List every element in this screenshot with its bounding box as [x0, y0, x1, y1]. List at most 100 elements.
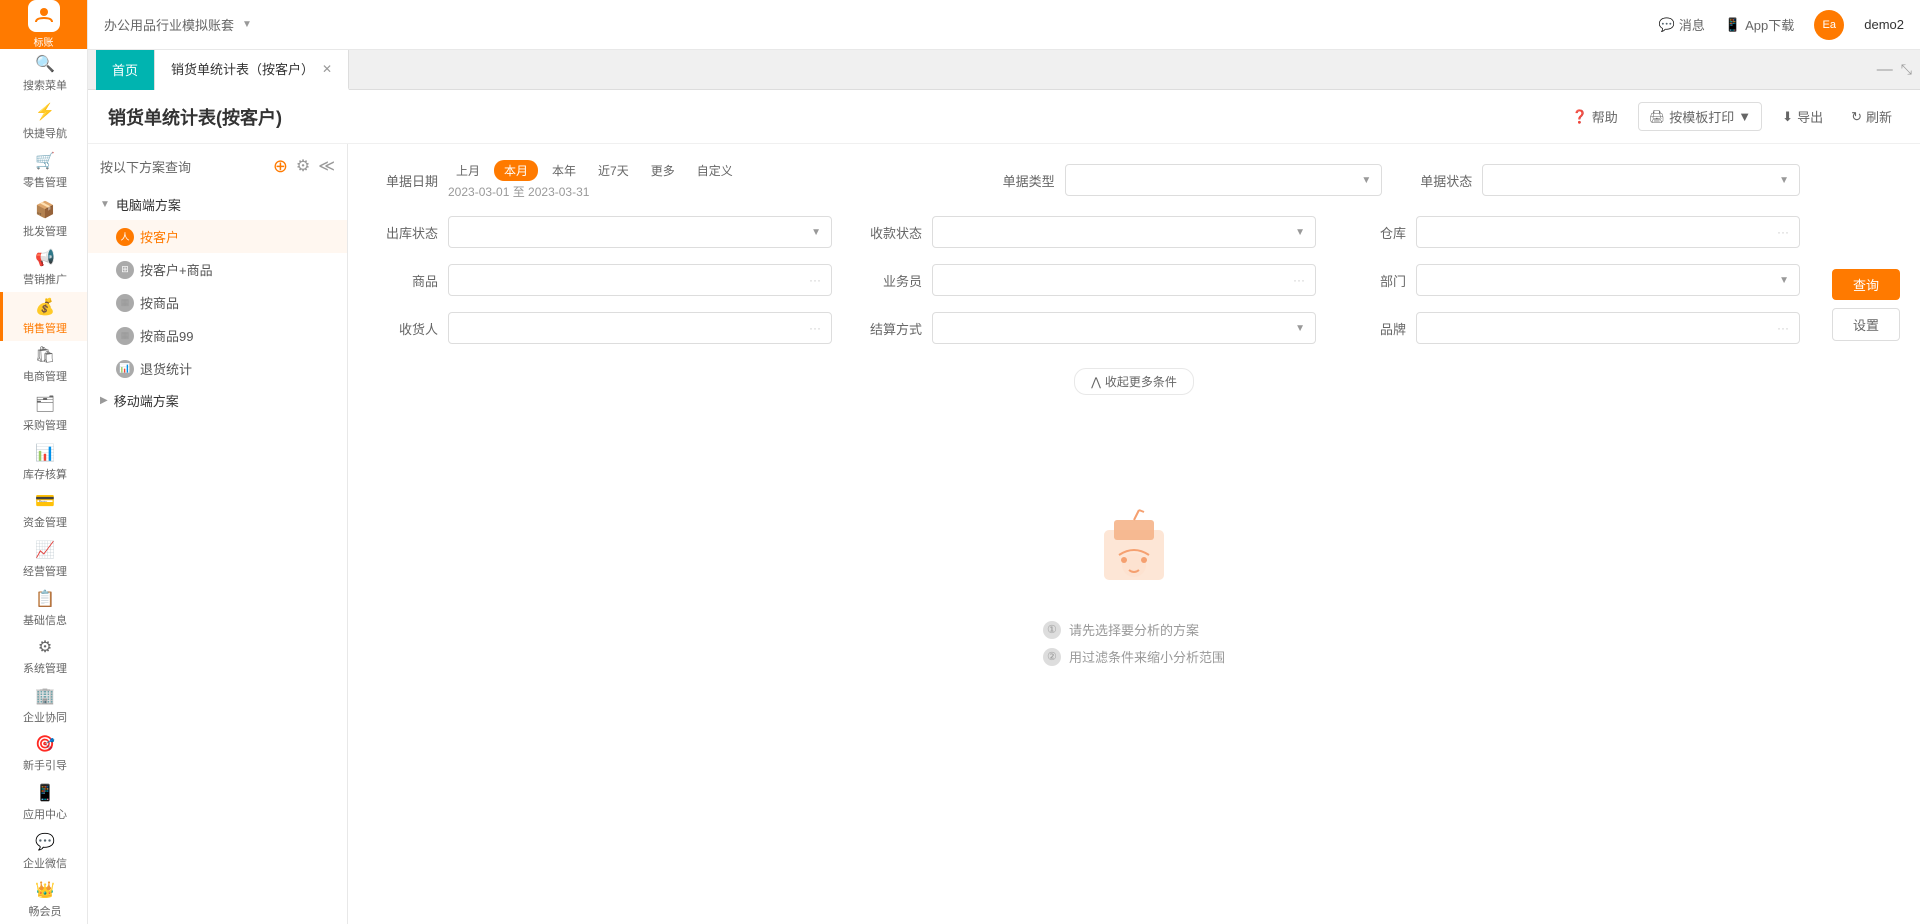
sidebar-item-marketing[interactable]: 📢 营销推广	[0, 243, 87, 292]
sidebar-item-label: 企业微信	[23, 855, 67, 871]
filter-receiver: 收货人 ···	[368, 312, 832, 344]
date-preset-more[interactable]: 更多	[643, 160, 683, 181]
download-icon: 📱	[1725, 17, 1741, 33]
collapse-button[interactable]: ⋀ 收起更多条件	[1074, 368, 1194, 395]
date-preset-custom[interactable]: 自定义	[689, 160, 741, 181]
sidebar-item-label: 新手引导	[23, 757, 67, 773]
sidebar-item-member[interactable]: 👑 畅会员	[0, 875, 87, 924]
department-arrow-icon: ▼	[1779, 275, 1789, 286]
warehouse-more-icon: ···	[1777, 225, 1789, 239]
product-more-icon: ···	[809, 273, 821, 287]
receiver-input[interactable]: ···	[448, 312, 832, 344]
doc-type-input[interactable]: ▼	[1065, 164, 1383, 196]
warehouse-input[interactable]: ···	[1416, 216, 1800, 248]
tree-group-pc: ▼ 电脑端方案 人 按客户 ⊞ 按客户+商品 ▦	[88, 189, 347, 385]
tree-item-by-customer[interactable]: 人 按客户	[88, 220, 347, 253]
sidebar-item-operations[interactable]: 📈 经营管理	[0, 535, 87, 584]
doc-status-input[interactable]: ▼	[1482, 164, 1800, 196]
mobile-group-arrow: ▶	[100, 395, 108, 406]
refresh-icon: ↻	[1851, 109, 1862, 125]
sidebar-item-label: 资金管理	[23, 514, 67, 530]
payment-label: 结算方式	[852, 319, 932, 338]
print-button[interactable]: 🖨 按模板打印 ▼	[1638, 102, 1762, 131]
tree-item-return-stats[interactable]: 📊 退货统计	[88, 352, 347, 385]
scheme-header: 按以下方案查询 ⊕ ⚙ ≪	[88, 144, 347, 185]
header-product: 办公用品行业模拟账套 ▼	[104, 15, 252, 34]
scheme-add-button[interactable]: ⊕	[273, 156, 288, 177]
payment-input[interactable]: ▼	[932, 312, 1316, 344]
brand-label: 品牌	[1336, 319, 1416, 338]
sidebar-item-wechat[interactable]: 💬 企业微信	[0, 827, 87, 876]
scheme-collapse-button[interactable]: ≪	[318, 156, 335, 177]
filter-warehouse: 仓库 ···	[1336, 216, 1800, 248]
staff-input[interactable]: ···	[932, 264, 1316, 296]
system-icon: ⚙	[38, 637, 52, 657]
sidebar-item-app-center[interactable]: 📱 应用中心	[0, 778, 87, 827]
tab-maximize-icon[interactable]: ⤡	[1901, 61, 1912, 78]
sidebar-item-newbie[interactable]: 🎯 新手引导	[0, 730, 87, 779]
sales-icon: 💰	[35, 297, 55, 317]
tree-item-label: 按客户	[140, 227, 179, 246]
sidebar-item-system[interactable]: ⚙ 系统管理	[0, 632, 87, 681]
sidebar-item-retail[interactable]: 🛒 零售管理	[0, 146, 87, 195]
tree-item-label: 按商品	[140, 293, 179, 312]
tab-home[interactable]: 首页	[96, 50, 155, 90]
tree-item-by-customer-product[interactable]: ⊞ 按客户+商品	[88, 253, 347, 286]
date-preset-this-month[interactable]: 本月	[494, 160, 538, 181]
filter-brand: 品牌 ···	[1336, 312, 1800, 344]
brand-input[interactable]: ···	[1416, 312, 1800, 344]
main-content: 办公用品行业模拟账套 ▼ 💬 消息 📱 App下载 Ea demo2 首页 销货…	[88, 0, 1920, 924]
out-status-input[interactable]: ▼	[448, 216, 832, 248]
tab-minimize-icon[interactable]: —	[1877, 61, 1893, 79]
warehouse-label: 仓库	[1336, 223, 1416, 242]
settings-button[interactable]: 设置	[1832, 308, 1900, 341]
date-preset-last-7[interactable]: 近7天	[590, 160, 637, 181]
sidebar-item-sales[interactable]: 💰 销售管理	[0, 292, 87, 341]
sidebar-item-enterprise[interactable]: 🏢 企业协同	[0, 681, 87, 730]
pc-group-arrow: ▼	[100, 199, 110, 210]
refresh-button[interactable]: ↻ 刷新	[1843, 103, 1900, 130]
department-input[interactable]: ▼	[1416, 264, 1800, 296]
tab-close-icon[interactable]: ✕	[322, 62, 332, 76]
tree-item-label: 按客户+商品	[140, 260, 213, 279]
tree-group-pc-header[interactable]: ▼ 电脑端方案	[88, 189, 347, 220]
product99-icon: ▦	[116, 327, 134, 345]
user-avatar[interactable]: Ea	[1814, 10, 1844, 40]
export-button[interactable]: ⬇ 导出	[1774, 103, 1831, 130]
title-actions: ❓ 帮助 🖨 按模板打印 ▼ ⬇ 导出 ↻ 刷新	[1564, 102, 1900, 131]
tree-group-mobile: ▶ 移动端方案	[88, 385, 347, 416]
scheme-settings-button[interactable]: ⚙	[296, 156, 310, 177]
sidebar-item-search[interactable]: 🔍 搜索菜单	[0, 49, 87, 98]
tree-item-by-product-99[interactable]: ▦ 按商品99	[88, 319, 347, 352]
tree-item-by-product[interactable]: ▦ 按商品	[88, 286, 347, 319]
sidebar-item-basic[interactable]: 📋 基础信息	[0, 584, 87, 633]
message-button[interactable]: 💬 消息	[1659, 15, 1705, 34]
staff-more-icon: ···	[1293, 273, 1305, 287]
date-preset-this-year[interactable]: 本年	[544, 160, 584, 181]
product-dropdown-icon[interactable]: ▼	[242, 19, 252, 30]
logo-text: 标账	[34, 34, 54, 49]
query-button[interactable]: 查询	[1832, 269, 1900, 300]
product-name: 办公用品行业模拟账套	[104, 15, 234, 34]
tab-sales-stats[interactable]: 销货单统计表（按客户） ✕	[155, 50, 349, 90]
tip-num-2: ②	[1043, 648, 1061, 666]
user-name: demo2	[1864, 17, 1904, 32]
app-download-button[interactable]: 📱 App下载	[1725, 15, 1794, 34]
empty-illustration	[1084, 500, 1184, 600]
tree-group-mobile-header[interactable]: ▶ 移动端方案	[88, 385, 347, 416]
sidebar-item-label: 系统管理	[23, 660, 67, 676]
mobile-group-label: 移动端方案	[114, 391, 179, 410]
receipt-status-input[interactable]: ▼	[932, 216, 1316, 248]
export-icon: ⬇	[1782, 109, 1793, 125]
sidebar-item-wholesale[interactable]: 📦 批发管理	[0, 195, 87, 244]
help-button[interactable]: ❓ 帮助	[1564, 103, 1626, 130]
sidebar-item-inventory[interactable]: 📊 库存核算	[0, 438, 87, 487]
sidebar-item-label: 企业协同	[23, 709, 67, 725]
sidebar-item-quick-nav[interactable]: ⚡ 快捷导航	[0, 98, 87, 147]
product-input[interactable]: ···	[448, 264, 832, 296]
sidebar-item-ecommerce[interactable]: 🛍 电商管理	[0, 341, 87, 390]
sidebar-item-finance[interactable]: 💳 资金管理	[0, 486, 87, 535]
date-preset-last-month[interactable]: 上月	[448, 160, 488, 181]
empty-tip-2: ② 用过滤条件来缩小分析范围	[1043, 647, 1225, 666]
sidebar-item-purchase[interactable]: 🗂 采购管理	[0, 389, 87, 438]
